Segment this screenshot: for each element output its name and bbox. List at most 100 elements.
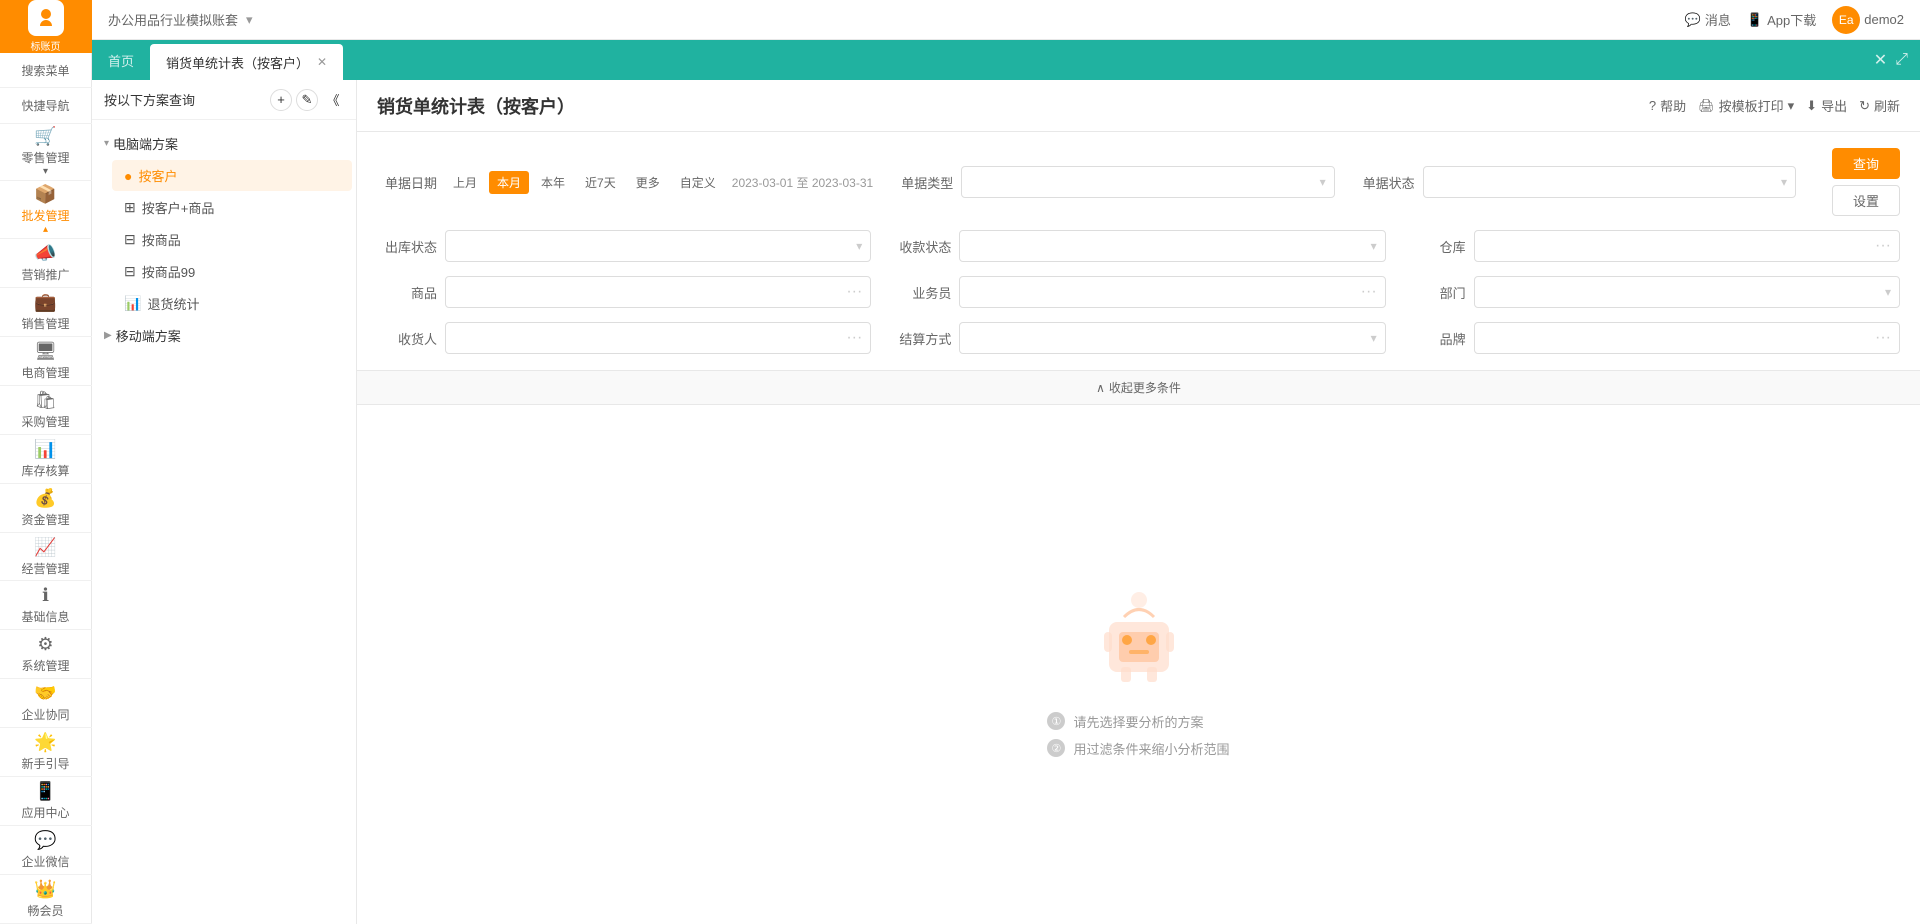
date-tab-last-month[interactable]: 上月 xyxy=(445,171,485,194)
order-type-select[interactable]: ▾ xyxy=(961,166,1334,198)
date-tab-custom[interactable]: 自定义 xyxy=(672,171,724,194)
quick-nav[interactable]: 快捷导航 xyxy=(0,88,92,123)
out-status-select[interactable]: ▾ xyxy=(445,230,871,262)
breadcrumb-dropdown-icon[interactable]: ▾ xyxy=(246,12,253,28)
logo-icon xyxy=(28,0,64,36)
sidebar-item-newbie[interactable]: 🌟 新手引导 xyxy=(0,728,92,777)
export-button[interactable]: ⬇ 导出 xyxy=(1806,96,1847,115)
scheme-item-by-goods[interactable]: ⊟ 按商品 xyxy=(112,224,352,255)
sidebar-item-retail-label: 零售管理 xyxy=(21,149,69,166)
sidebar-item-vip[interactable]: 👑 畅会员 xyxy=(0,875,92,924)
department-chevron: ▾ xyxy=(1885,285,1891,299)
warehouse-input[interactable]: ··· xyxy=(1474,230,1900,262)
date-tab-more[interactable]: 更多 xyxy=(628,171,668,194)
settings-button[interactable]: 设置 xyxy=(1832,185,1900,216)
date-tabs: 上月 本月 本年 近7天 更多 自定义 xyxy=(445,171,724,194)
filter-goods: 商品 ··· xyxy=(377,276,871,308)
collapse-bar[interactable]: ∧ 收起更多条件 xyxy=(357,371,1920,405)
sidebar-item-marketing-label: 营销推广 xyxy=(21,266,69,283)
tabbar-actions: ✕ ⤢ xyxy=(1874,50,1920,70)
scheme-item-return-stat[interactable]: 📊 退货统计 xyxy=(112,288,352,319)
order-status-select[interactable]: ▾ xyxy=(1423,166,1796,198)
sidebar-item-basic[interactable]: ℹ 基础信息 xyxy=(0,581,92,630)
scheme-add-button[interactable]: + xyxy=(270,89,292,111)
tip-1-num: ① xyxy=(1047,712,1065,730)
sidebar-item-wechat[interactable]: 💬 企业微信 xyxy=(0,826,92,875)
query-button[interactable]: 查询 xyxy=(1832,148,1900,179)
scheme-item-by-customer[interactable]: ● 按客户 xyxy=(112,160,352,191)
sidebar-item-vip-label: 畅会员 xyxy=(27,902,63,919)
help-button[interactable]: ? 帮助 xyxy=(1649,96,1686,115)
by-goods-icon: ⊟ xyxy=(124,231,136,248)
salesperson-label: 业务员 xyxy=(891,283,951,302)
scheme-edit-button[interactable]: ✎ xyxy=(296,89,318,111)
sidebar-item-system[interactable]: ⚙ 系统管理 xyxy=(0,630,92,679)
sidebar-item-basic-label: 基础信息 xyxy=(21,608,69,625)
filter-order-status: 单据状态 ▾ xyxy=(1355,166,1796,198)
consignee-input[interactable]: ··· xyxy=(445,322,871,354)
wechat-icon: 💬 xyxy=(34,830,56,851)
by-customer-label: 按客户 xyxy=(138,166,177,185)
filter-row-3: 商品 ··· 业务员 ··· 部门 xyxy=(377,276,1900,308)
sidebar-item-ecommerce[interactable]: 🖥 电商管理 xyxy=(0,337,92,386)
brand-input[interactable]: ··· xyxy=(1474,322,1900,354)
sidebar-item-retail[interactable]: 🛒 零售管理 ▾ xyxy=(0,124,92,182)
sidebar-item-marketing[interactable]: 📣 营销推广 xyxy=(0,239,92,288)
sidebar-item-operation[interactable]: 📈 经营管理 xyxy=(0,533,92,582)
scheme-collapse-button[interactable]: 《 xyxy=(322,89,344,111)
desktop-group-label: 电脑端方案 xyxy=(113,134,178,153)
empty-state-tips: ① 请先选择要分析的方案 ② 用过滤条件来缩小分析范围 xyxy=(1047,712,1229,758)
tab-expand-button[interactable]: ⤢ xyxy=(1895,51,1908,69)
sidebar-item-newbie-label: 新手引导 xyxy=(21,755,69,772)
topbar-left: 办公用品行业模拟账套 ▾ xyxy=(108,10,253,29)
sidebar-item-inventory[interactable]: 📊 库存核算 xyxy=(0,435,92,484)
payment-status-select[interactable]: ▾ xyxy=(959,230,1385,262)
tip-1-text: 请先选择要分析的方案 xyxy=(1073,712,1203,731)
sidebar-item-appstore[interactable]: 📱 应用中心 xyxy=(0,777,92,826)
filter-row-2: 出库状态 ▾ 收款状态 ▾ 仓库 xyxy=(377,230,1900,262)
sidebar-item-enterprise[interactable]: 🤝 企业协同 xyxy=(0,679,92,728)
vip-icon: 👑 xyxy=(34,879,56,900)
empty-tip-2: ② 用过滤条件来缩小分析范围 xyxy=(1047,739,1229,758)
refresh-button[interactable]: ↻ 刷新 xyxy=(1859,96,1900,115)
filter-warehouse: 仓库 ··· xyxy=(1406,230,1900,262)
consignee-dots: ··· xyxy=(846,329,862,347)
scheme-group-desktop-header[interactable]: ▾ 电脑端方案 xyxy=(92,128,356,159)
message-button[interactable]: 💬 消息 xyxy=(1685,10,1731,29)
filter-brand: 品牌 ··· xyxy=(1406,322,1900,354)
sidebar-item-sales[interactable]: 💼 销售管理 xyxy=(0,288,92,337)
template-print-dropdown-icon: ▾ xyxy=(1788,98,1795,114)
date-tab-this-year[interactable]: 本年 xyxy=(533,171,573,194)
tab-home-label: 首页 xyxy=(108,51,134,70)
sidebar-item-purchase[interactable]: 🛍 采购管理 xyxy=(0,386,92,435)
scheme-desktop-items: ● 按客户 ⊞ 按客户+商品 ⊟ 按商品 ⊟ 按 xyxy=(92,160,356,319)
marketing-icon: 📣 xyxy=(34,243,56,264)
department-select[interactable]: ▾ xyxy=(1474,276,1900,308)
help-label: 帮助 xyxy=(1660,96,1686,115)
scheme-item-by-customer-goods[interactable]: ⊞ 按客户+商品 xyxy=(112,192,352,223)
tab-sales-stat[interactable]: 销货单统计表（按客户） ✕ xyxy=(150,44,343,80)
template-print-button[interactable]: 🖨 按模板打印 ▾ xyxy=(1698,96,1794,115)
filter-salesperson: 业务员 ··· xyxy=(891,276,1385,308)
appstore-icon: 📱 xyxy=(34,781,56,802)
sidebar-item-finance[interactable]: 💰 资金管理 xyxy=(0,484,92,533)
tabbar: 首页 销货单统计表（按客户） ✕ ✕ ⤢ xyxy=(92,40,1920,80)
user-profile[interactable]: Ea demo2 xyxy=(1832,6,1904,34)
tab-close-icon[interactable]: ✕ xyxy=(317,55,327,69)
scheme-group-mobile-header[interactable]: ▶ 移动端方案 xyxy=(92,320,356,351)
settlement-select[interactable]: ▾ xyxy=(959,322,1385,354)
collapse-label: 收起更多条件 xyxy=(1109,379,1181,396)
export-label: 导出 xyxy=(1821,96,1847,115)
tab-window-close-button[interactable]: ✕ xyxy=(1874,50,1887,70)
salesperson-input[interactable]: ··· xyxy=(959,276,1385,308)
date-tab-7days[interactable]: 近7天 xyxy=(577,171,624,194)
search-menu[interactable]: 搜索菜单 xyxy=(0,53,92,88)
sidebar-item-wholesale[interactable]: 📦 批发管理 ▴ xyxy=(0,181,92,239)
order-type-chevron: ▾ xyxy=(1320,175,1326,189)
app-download-button[interactable]: 📱 App下载 xyxy=(1747,10,1816,29)
scheme-item-by-goods-99[interactable]: ⊟ 按商品99 xyxy=(112,256,352,287)
content-area: 按以下方案查询 + ✎ 《 ▾ xyxy=(92,80,1920,924)
date-tab-this-month[interactable]: 本月 xyxy=(489,171,529,194)
tab-home[interactable]: 首页 xyxy=(92,40,150,80)
goods-input[interactable]: ··· xyxy=(445,276,871,308)
